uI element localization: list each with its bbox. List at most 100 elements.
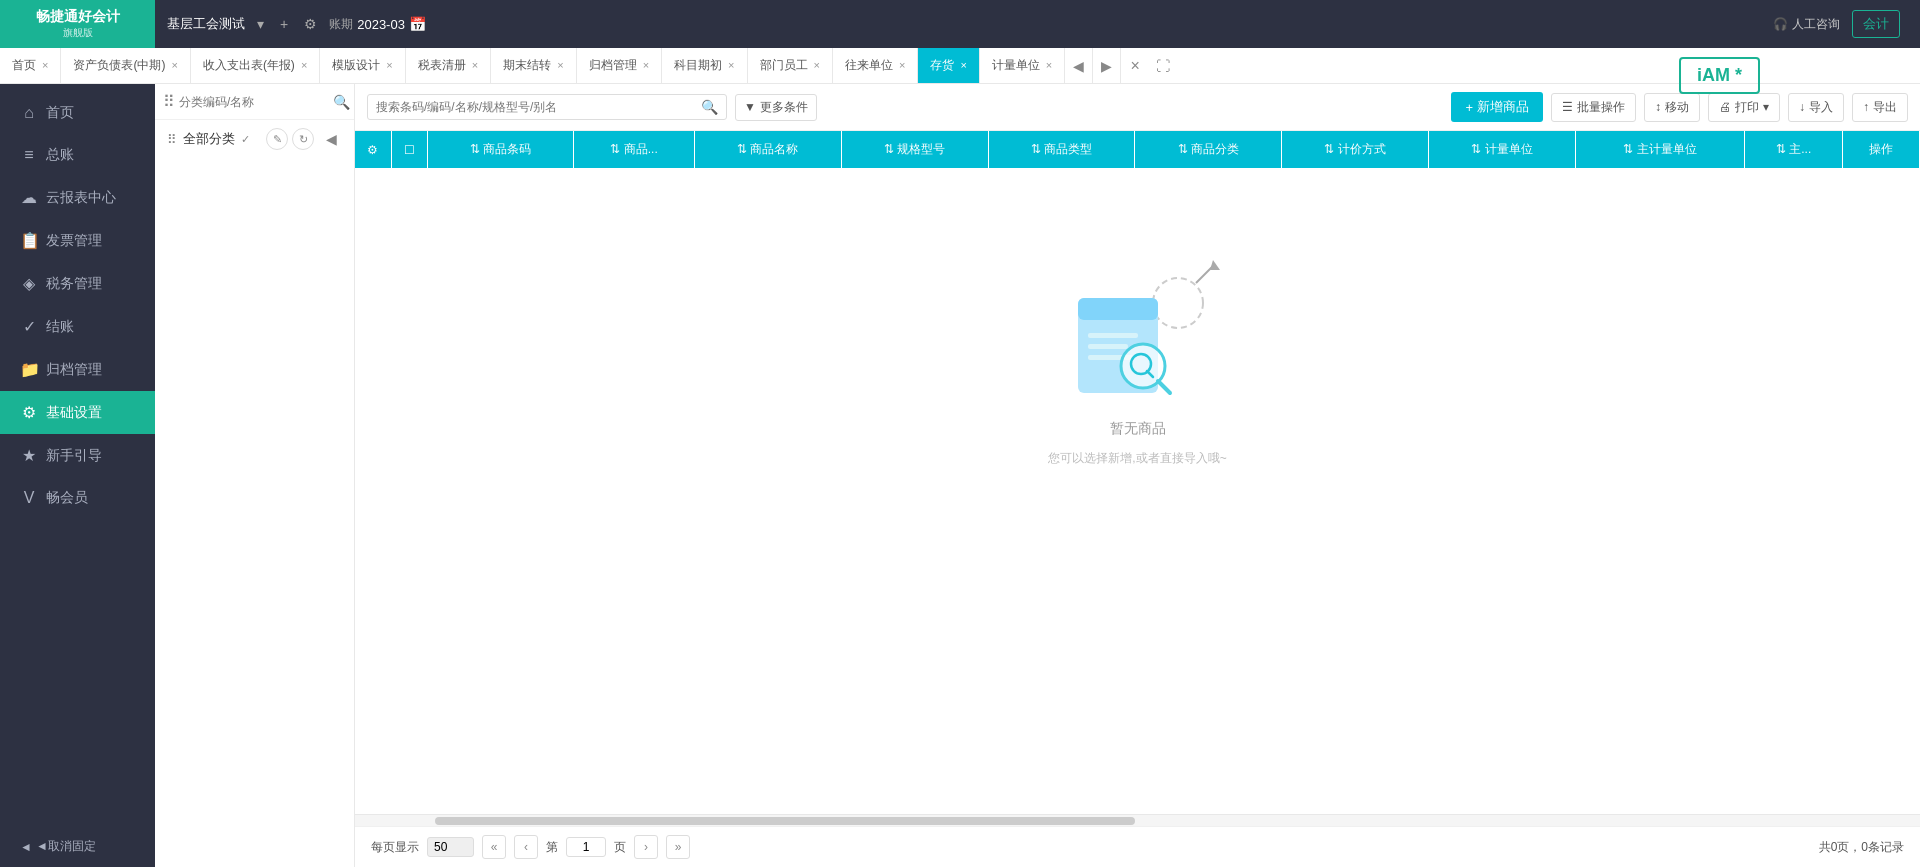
batch-icon: ☰ (1562, 100, 1573, 114)
tab-period-close-btn[interactable]: × (557, 60, 563, 71)
th-checkbox[interactable]: ☐ (391, 131, 427, 168)
import-label: 导入 (1809, 99, 1833, 116)
app-name: 畅捷通好会计 (36, 8, 120, 26)
svg-rect-6 (1088, 344, 1128, 349)
category-search-icon: 🔍 (333, 94, 350, 110)
tab-department[interactable]: 部门员工 × (748, 48, 833, 83)
sidebar-item-ledger[interactable]: ≡ 总账 (0, 134, 155, 176)
tab-income-close[interactable]: × (301, 60, 307, 71)
sidebar-item-invoice[interactable]: 📋 发票管理 (0, 219, 155, 262)
print-btn[interactable]: 🖨 打印 ▾ (1708, 93, 1780, 122)
batch-label: 批量操作 (1577, 99, 1625, 116)
tab-bar: 首页 × 资产负债表(中期) × 收入支出表(年报) × 模版设计 × 税表清册… (0, 48, 1920, 84)
add-tab-btn[interactable]: + (276, 12, 292, 36)
settings-icon: ⚙ (20, 403, 38, 422)
tab-home[interactable]: 首页 × (0, 48, 61, 83)
th-type[interactable]: ⇅ 商品类型 (988, 131, 1135, 168)
sidebar-item-archive[interactable]: 📁 归档管理 (0, 348, 155, 391)
tab-period-close[interactable]: 期末结转 × (491, 48, 576, 83)
tab-inventory-close[interactable]: × (960, 60, 966, 71)
filter-btn[interactable]: ▼ 更多条件 (735, 94, 817, 121)
tab-close-all-btn[interactable]: × (1121, 48, 1149, 83)
th-settings[interactable]: ⚙ (355, 131, 391, 168)
sidebar-item-home[interactable]: ⌂ 首页 (0, 92, 155, 134)
sidebar-item-settings[interactable]: ⚙ 基础设置 (0, 391, 155, 434)
tab-inventory[interactable]: 存货 × (918, 48, 979, 83)
page-label: 第 (546, 839, 558, 856)
batch-btn[interactable]: ☰ 批量操作 (1551, 93, 1636, 122)
tab-subject-init[interactable]: 科目期初 × (662, 48, 747, 83)
search-input[interactable] (376, 100, 697, 114)
scroll-thumb[interactable] (435, 817, 1135, 825)
th-name[interactable]: ⇅ 商品名称 (694, 131, 841, 168)
category-search-input[interactable] (179, 95, 329, 109)
tab-income-statement[interactable]: 收入支出表(年报) × (191, 48, 320, 83)
tab-home-close[interactable]: × (42, 60, 48, 71)
th-barcode[interactable]: ⇅ 商品条码 (427, 131, 574, 168)
tab-balance-sheet[interactable]: 资产负债表(中期) × (61, 48, 190, 83)
sidebar-pin-btn[interactable]: ◄ ◄取消固定 (0, 826, 155, 867)
table-wrapper: ⚙ ☐ ⇅ 商品条码 ⇅ 商品... ⇅ 商品名称 (355, 131, 1920, 814)
th-category[interactable]: ⇅ 商品分类 (1135, 131, 1282, 168)
tab-contacts[interactable]: 往来单位 × (833, 48, 918, 83)
category-edit-btn[interactable]: ✎ (266, 128, 288, 150)
page-number-input[interactable] (566, 837, 606, 857)
page-last-btn[interactable]: » (666, 835, 690, 859)
tab-template-close[interactable]: × (386, 60, 392, 71)
company-dropdown-btn[interactable]: ▾ (253, 12, 268, 36)
tab-contacts-close[interactable]: × (899, 60, 905, 71)
page-suffix: 页 (614, 839, 626, 856)
sidebar-item-reports-label: 云报表中心 (46, 189, 116, 207)
tab-balance-close[interactable]: × (171, 60, 177, 71)
tab-department-close[interactable]: × (814, 60, 820, 71)
sidebar-item-tax[interactable]: ◈ 税务管理 (0, 262, 155, 305)
page-size-select[interactable]: 50 10 20 100 (427, 837, 474, 857)
tab-expand-btn[interactable]: ⛶ (1149, 48, 1177, 83)
tab-next-btn[interactable]: ▶ (1093, 48, 1121, 83)
sidebar-item-settlement-label: 结账 (46, 318, 74, 336)
import-btn[interactable]: ↓ 导入 (1788, 93, 1844, 122)
sidebar-item-settlement[interactable]: ✓ 结账 (0, 305, 155, 348)
add-product-btn[interactable]: + 新增商品 (1451, 92, 1543, 122)
tab-archive-close[interactable]: × (643, 60, 649, 71)
empty-subtitle: 您可以选择新增,或者直接导入哦~ (1048, 450, 1226, 467)
horizontal-scrollbar[interactable] (355, 814, 1920, 826)
tab-unit[interactable]: 计量单位 × (980, 48, 1065, 83)
service-btn[interactable]: 🎧 人工咨询 (1773, 16, 1840, 33)
tab-prev-btn[interactable]: ◀ (1065, 48, 1093, 83)
th-spec[interactable]: ⇅ 规格型号 (841, 131, 988, 168)
th-col3[interactable]: ⇅ 主... (1745, 131, 1843, 168)
logo-area: 畅捷通好会计 旗舰版 (0, 0, 155, 48)
tab-unit-label: 计量单位 (992, 57, 1040, 74)
th-unit[interactable]: ⇅ 计量单位 (1428, 131, 1575, 168)
move-btn[interactable]: ↕ 移动 (1644, 93, 1700, 122)
export-btn[interactable]: ↑ 导出 (1852, 93, 1908, 122)
tab-archive[interactable]: 归档管理 × (577, 48, 662, 83)
tab-unit-close[interactable]: × (1046, 60, 1052, 71)
sidebar-item-member[interactable]: V 畅会员 (0, 477, 155, 519)
empty-state: 暂无商品 您可以选择新增,或者直接导入哦~ (355, 168, 1920, 547)
page-prev-btn[interactable]: ‹ (514, 835, 538, 859)
sidebar-item-reports[interactable]: ☁ 云报表中心 (0, 176, 155, 219)
tab-subject-close[interactable]: × (728, 60, 734, 71)
account-btn[interactable]: 会计 (1852, 10, 1900, 38)
th-price-method[interactable]: ⇅ 计价方式 (1282, 131, 1429, 168)
company-name[interactable]: 基层工会测试 (167, 15, 245, 33)
tab-archive-label: 归档管理 (589, 57, 637, 74)
sidebar-item-guide[interactable]: ★ 新手引导 (0, 434, 155, 477)
th-code[interactable]: ⇅ 商品... (574, 131, 695, 168)
th-main-unit[interactable]: ⇅ 主计量单位 (1575, 131, 1744, 168)
tab-tax[interactable]: 税表清册 × (406, 48, 491, 83)
tab-tax-close[interactable]: × (472, 60, 478, 71)
print-icon: 🖨 (1719, 100, 1731, 114)
page-next-btn[interactable]: › (634, 835, 658, 859)
category-collapse-btn[interactable]: ◀ (320, 128, 342, 150)
category-refresh-btn[interactable]: ↻ (292, 128, 314, 150)
sidebar-item-member-label: 畅会员 (46, 489, 88, 507)
settings-btn[interactable]: ⚙ (300, 12, 321, 36)
sidebar-item-settings-label: 基础设置 (46, 404, 102, 422)
page-size-label: 每页显示 (371, 839, 419, 856)
page-first-btn[interactable]: « (482, 835, 506, 859)
tab-template[interactable]: 模版设计 × (320, 48, 405, 83)
category-edit-icons: ✎ ↻ (266, 128, 314, 150)
